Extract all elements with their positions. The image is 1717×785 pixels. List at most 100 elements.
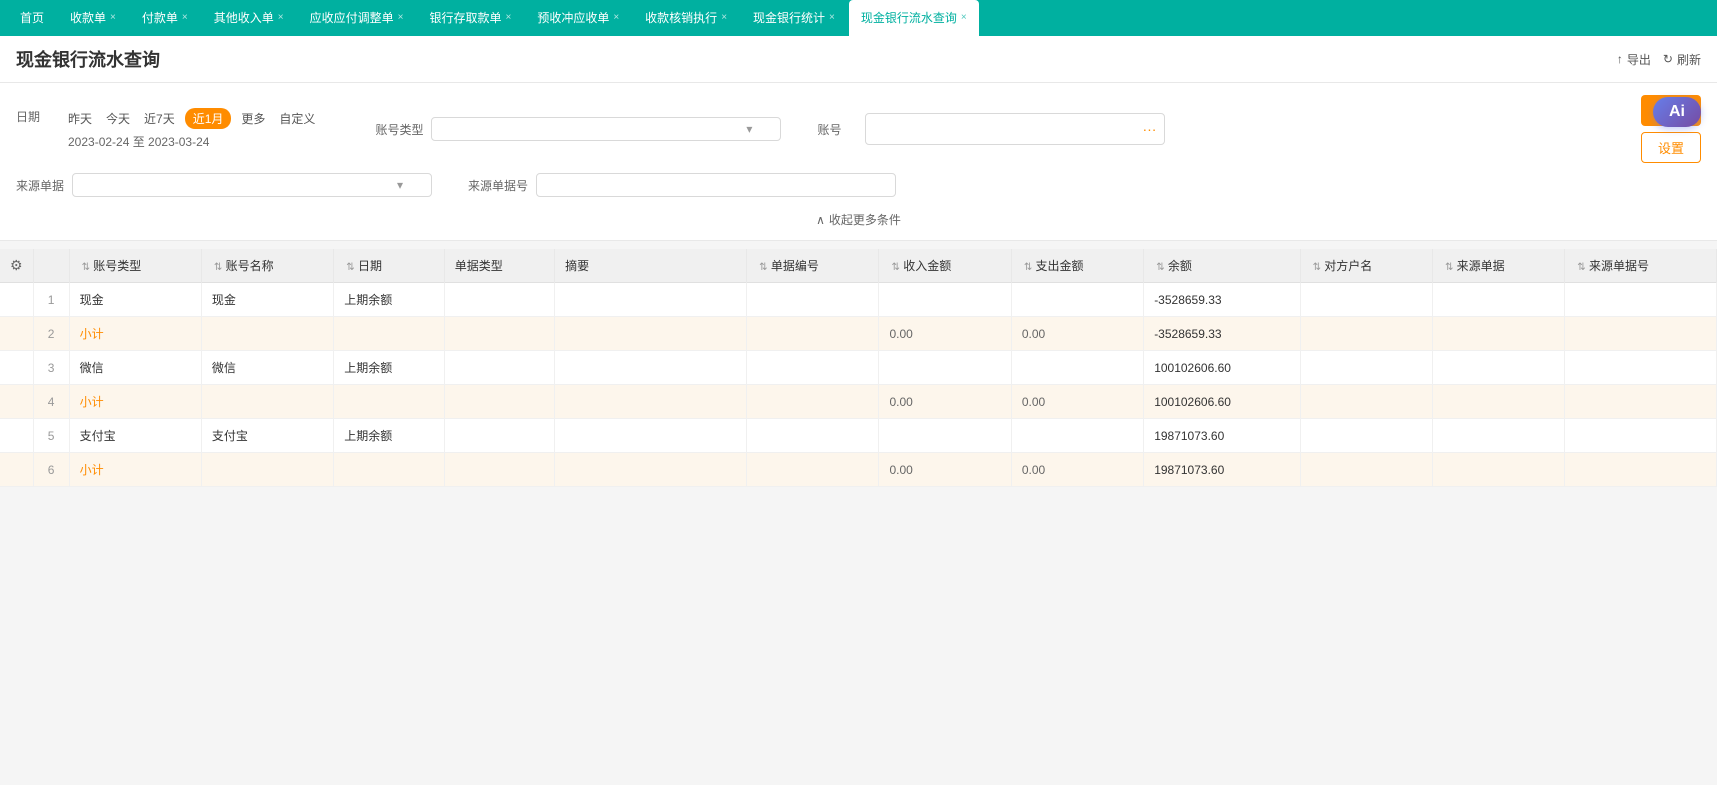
- nav-label-bank-deposit: 银行存取款单: [429, 0, 501, 36]
- cell-counterpart: [1300, 385, 1432, 419]
- nav-close-advance[interactable]: ×: [613, 0, 619, 36]
- date-btn-today[interactable]: 今天: [102, 108, 134, 129]
- nav-item-adjustment[interactable]: 应收应付调整单 ×: [298, 0, 416, 36]
- nav-item-home[interactable]: 首页: [8, 0, 56, 36]
- cell-balance: 19871073.60: [1144, 453, 1300, 487]
- col-balance[interactable]: ⇅ 余额: [1144, 249, 1300, 283]
- date-btn-yesterday[interactable]: 昨天: [64, 108, 96, 129]
- cell-doc-type: [444, 453, 554, 487]
- nav-item-payment[interactable]: 付款单 ×: [130, 0, 200, 36]
- cell-doc-no: [747, 283, 879, 317]
- cell-doc-type: [444, 283, 554, 317]
- gear-icon[interactable]: ⚙: [10, 257, 23, 273]
- nav-close-receipt[interactable]: ×: [110, 0, 116, 36]
- export-icon: ↑: [1617, 52, 1623, 66]
- account-type-cell: 微信: [80, 361, 104, 375]
- cell-doc-type: [444, 419, 554, 453]
- col-source-doc-no[interactable]: ⇅ 来源单据号: [1565, 249, 1717, 283]
- col-source-doc[interactable]: ⇅ 来源单据: [1432, 249, 1564, 283]
- cell-source-doc: [1432, 283, 1564, 317]
- cell-account-type: 支付宝: [69, 419, 201, 453]
- ai-badge[interactable]: Ai: [1653, 97, 1701, 127]
- cell-income: [879, 419, 1011, 453]
- cell-settings: [0, 283, 33, 317]
- nav-item-receipt[interactable]: 收款单 ×: [58, 0, 128, 36]
- source-doc-select[interactable]: ▾: [72, 173, 432, 197]
- page-header: 现金银行流水查询 ↑ 导出 ↻ 刷新: [0, 36, 1717, 83]
- cell-row-num: 6: [33, 453, 69, 487]
- cell-date: 上期余额: [334, 351, 444, 385]
- date-btn-1month[interactable]: 近1月: [185, 108, 232, 129]
- cell-settings: [0, 453, 33, 487]
- col-settings[interactable]: ⚙: [0, 249, 33, 283]
- nav-label-adjustment: 应收应付调整单: [310, 0, 394, 36]
- nav-close-bank-stats[interactable]: ×: [829, 0, 835, 36]
- cell-counterpart: [1300, 351, 1432, 385]
- account-type-label: 账号类型: [375, 121, 423, 138]
- cell-account-name: [201, 453, 333, 487]
- nav-item-collection[interactable]: 收款核销执行 ×: [633, 0, 739, 36]
- nav-close-collection[interactable]: ×: [721, 0, 727, 36]
- col-doc-no[interactable]: ⇅ 单据编号: [747, 249, 879, 283]
- filter-area: 日期 昨天 今天 近7天 近1月 更多 自定义 2023-02-24 至 202…: [0, 83, 1717, 241]
- col-row-num: [33, 249, 69, 283]
- nav-close-other-income[interactable]: ×: [278, 0, 284, 36]
- date-btn-custom[interactable]: 自定义: [275, 108, 319, 129]
- cell-settings: [0, 385, 33, 419]
- cell-counterpart: [1300, 283, 1432, 317]
- nav-item-advance[interactable]: 预收冲应收单 ×: [525, 0, 631, 36]
- col-income[interactable]: ⇅ 收入金额: [879, 249, 1011, 283]
- nav-close-bank-deposit[interactable]: ×: [505, 0, 511, 36]
- col-doc-type: 单据类型: [444, 249, 554, 283]
- account-type-cell: 支付宝: [80, 429, 116, 443]
- account-input[interactable]: [874, 118, 1134, 140]
- cell-income: 0.00: [879, 453, 1011, 487]
- col-date[interactable]: ⇅ 日期: [334, 249, 444, 283]
- table-row: 3 微信 微信 上期余额 100102606.60: [0, 351, 1717, 385]
- cell-summary: [555, 283, 747, 317]
- sort-icon-3: ⇅: [346, 262, 354, 273]
- sort-icon-8: ⇅: [1313, 262, 1321, 273]
- cell-row-num: 3: [33, 351, 69, 385]
- col-account-name[interactable]: ⇅ 账号名称: [201, 249, 333, 283]
- cell-account-type: 小计: [69, 317, 201, 351]
- nav-label-bank-flow: 现金银行流水查询: [861, 0, 957, 36]
- date-btn-7days[interactable]: 近7天: [140, 108, 179, 129]
- cell-income: [879, 351, 1011, 385]
- cell-balance: 100102606.60: [1144, 351, 1300, 385]
- cell-expense: [1011, 283, 1143, 317]
- col-expense[interactable]: ⇅ 支出金额: [1011, 249, 1143, 283]
- cell-source-doc: [1432, 351, 1564, 385]
- cell-source-doc-no: [1565, 385, 1717, 419]
- refresh-button[interactable]: ↻ 刷新: [1663, 51, 1701, 68]
- top-navigation: 首页 收款单 × 付款单 × 其他收入单 × 应收应付调整单 × 银行存取款单 …: [0, 0, 1717, 36]
- settings-button[interactable]: 设置: [1641, 132, 1701, 163]
- account-more-button[interactable]: ···: [1142, 121, 1156, 137]
- cell-settings: [0, 317, 33, 351]
- cell-source-doc-no: [1565, 351, 1717, 385]
- collapse-bar[interactable]: ∧ 收起更多条件: [16, 207, 1701, 228]
- col-account-type[interactable]: ⇅ 账号类型: [69, 249, 201, 283]
- export-button[interactable]: ↑ 导出: [1617, 51, 1651, 68]
- cell-settings: [0, 419, 33, 453]
- date-btn-more[interactable]: 更多: [237, 108, 269, 129]
- sort-icon-10: ⇅: [1577, 262, 1585, 273]
- cell-date: 上期余额: [334, 283, 444, 317]
- nav-item-other-income[interactable]: 其他收入单 ×: [202, 0, 296, 36]
- nav-item-bank-stats[interactable]: 现金银行统计 ×: [741, 0, 847, 36]
- source-doc-no-input[interactable]: [536, 173, 896, 197]
- refresh-icon: ↻: [1663, 52, 1673, 66]
- nav-close-bank-flow[interactable]: ×: [961, 0, 967, 36]
- account-type-select[interactable]: ▾: [431, 117, 781, 141]
- col-counterpart[interactable]: ⇅ 对方户名: [1300, 249, 1432, 283]
- chevron-down-icon-2: ▾: [397, 178, 403, 192]
- cell-counterpart: [1300, 419, 1432, 453]
- nav-item-bank-flow[interactable]: 现金银行流水查询 ×: [849, 0, 979, 36]
- date-label: 日期: [16, 108, 56, 125]
- nav-close-payment[interactable]: ×: [182, 0, 188, 36]
- cell-income: 0.00: [879, 317, 1011, 351]
- nav-item-bank-deposit[interactable]: 银行存取款单 ×: [417, 0, 523, 36]
- nav-label-other-income: 其他收入单: [214, 0, 274, 36]
- nav-close-adjustment[interactable]: ×: [398, 0, 404, 36]
- cell-doc-type: [444, 351, 554, 385]
